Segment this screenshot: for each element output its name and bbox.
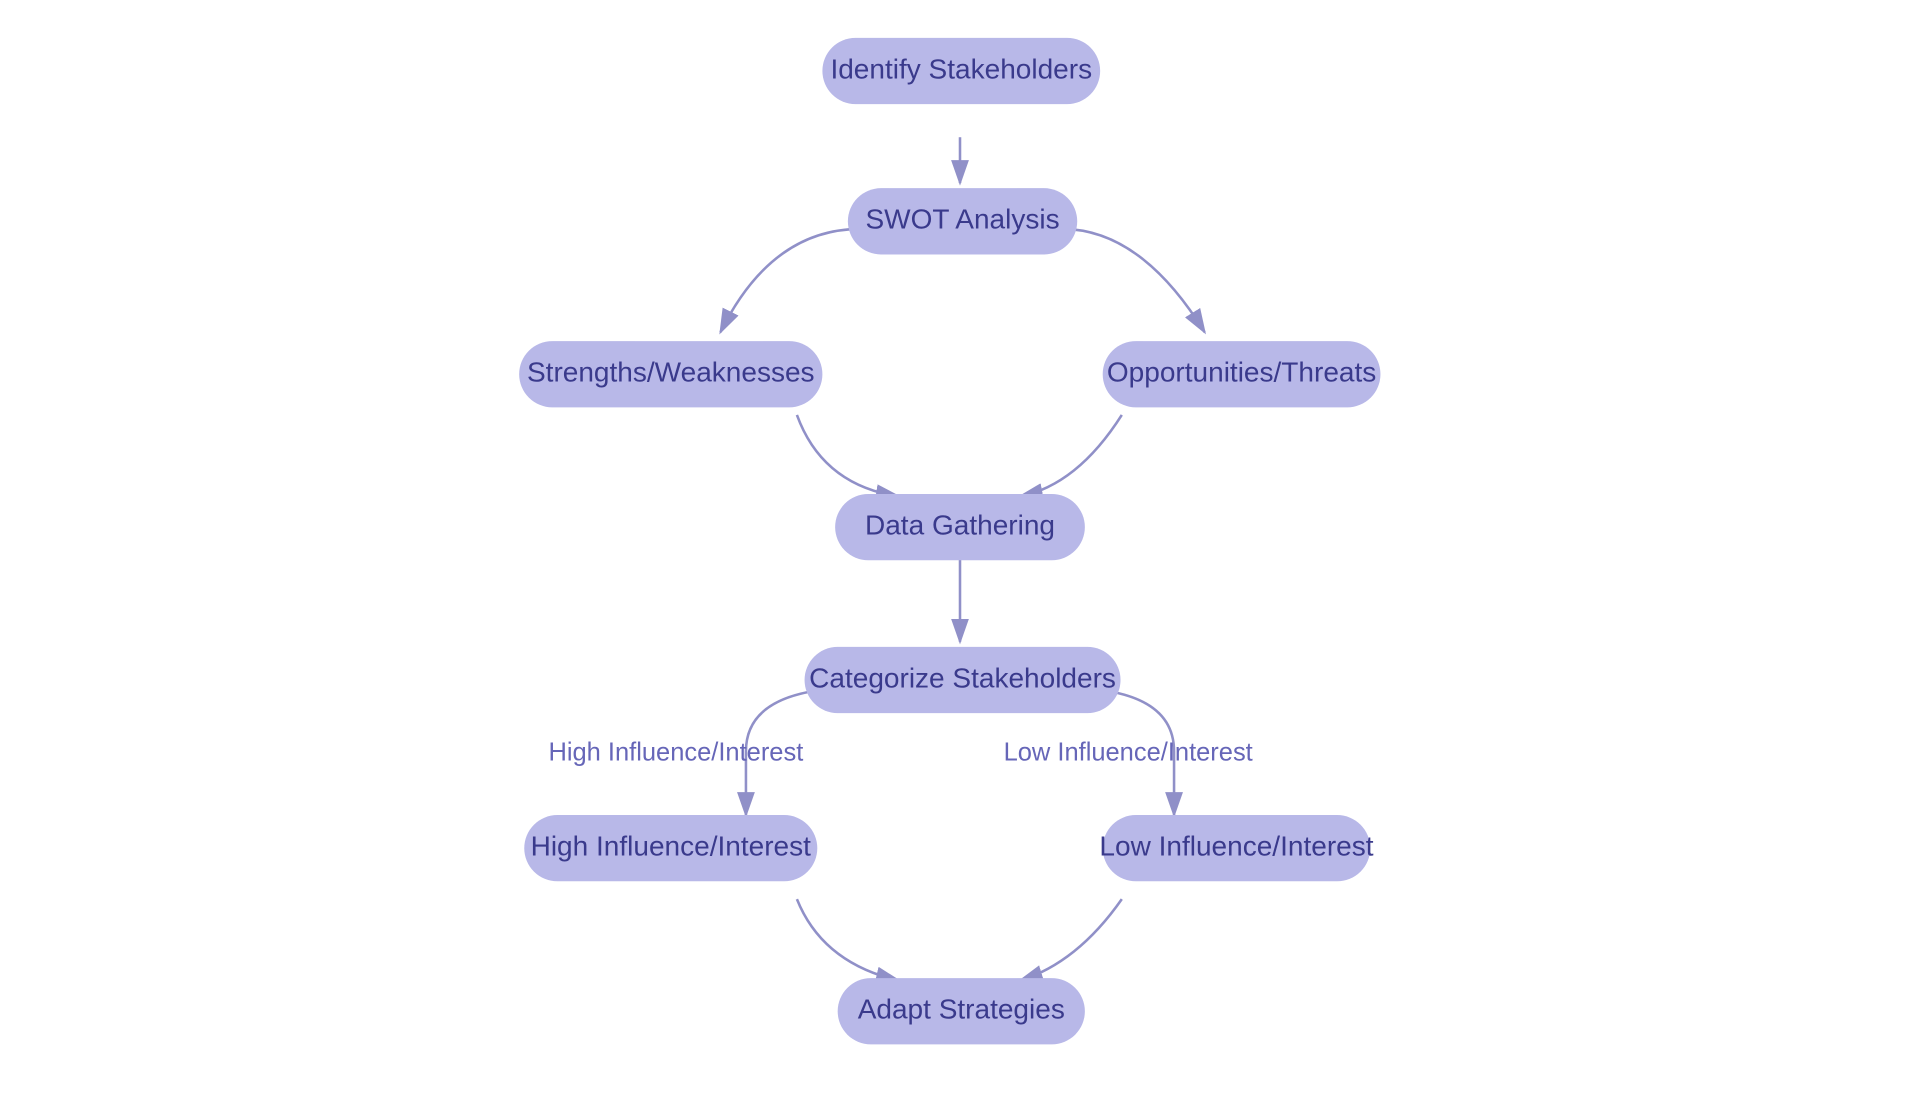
node-categorize-stakeholders-label: Categorize Stakeholders	[809, 662, 1116, 693]
arrow-opportunities-datagathering	[1020, 415, 1122, 497]
node-high-influence-interest-label: High Influence/Interest	[531, 831, 812, 862]
label-low-influence: Low Influence/Interest	[1004, 739, 1253, 767]
arrow-swot-strengths	[720, 229, 860, 332]
diagram-container: Identify Stakeholders SWOT Analysis Stre…	[0, 0, 1920, 1083]
arrow-swot-opportunities	[1062, 229, 1205, 332]
node-opportunities-threats-label: Opportunities/Threats	[1107, 357, 1376, 388]
node-identify-stakeholders-label: Identify Stakeholders	[830, 53, 1092, 84]
label-high-influence: High Influence/Interest	[548, 739, 803, 767]
arrow-strengths-datagathering	[797, 415, 899, 497]
node-strengths-weaknesses-label: Strengths/Weaknesses	[527, 357, 815, 388]
arrow-high-adapt	[797, 899, 899, 981]
node-data-gathering-label: Data Gathering	[865, 510, 1055, 541]
node-adapt-strategies-label: Adapt Strategies	[858, 994, 1065, 1025]
node-low-influence-interest-label: Low Influence/Interest	[1099, 831, 1373, 862]
node-swot-analysis-label: SWOT Analysis	[866, 204, 1060, 235]
arrow-low-adapt	[1020, 899, 1122, 981]
